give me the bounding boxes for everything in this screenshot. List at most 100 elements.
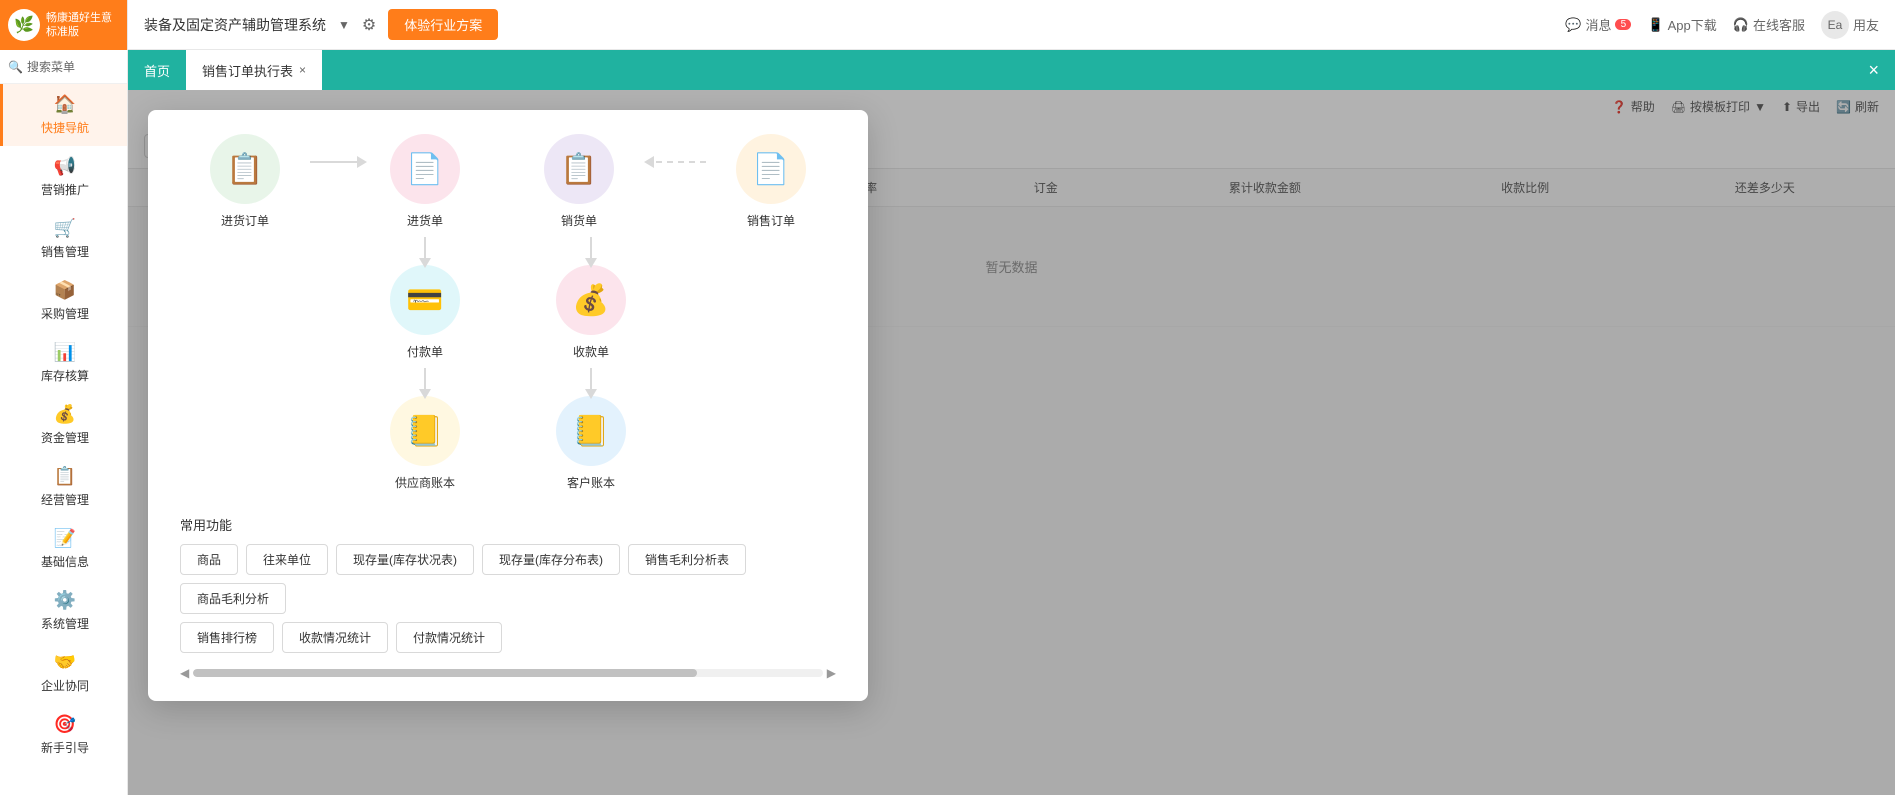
flow-modal: 📋 进货订单 [148, 110, 868, 701]
settings-icon[interactable]: ⚙ [362, 15, 376, 35]
flow-node-payment[interactable]: 💳 付款单 [360, 265, 490, 360]
common-btn-payment-stats[interactable]: 付款情况统计 [396, 622, 502, 653]
enterprise-icon: 🤝 [54, 652, 76, 673]
flow-row-3: 📒 供应商账本 📒 客户账本 [180, 396, 836, 491]
receipt-icon: 💰 [556, 265, 626, 335]
flow-node-sales-order[interactable]: 📄 销售订单 [706, 134, 836, 229]
marketing-icon: 📢 [54, 156, 76, 177]
sales-order-icon: 📄 [736, 134, 806, 204]
system-icon: ⚙️ [54, 590, 76, 611]
message-badge: 5 [1615, 19, 1631, 30]
common-btn-product[interactable]: 商品 [180, 544, 238, 575]
arrow-purchase-order-to-bill [310, 161, 360, 203]
customer-ledger-label: 客户账本 [567, 474, 615, 491]
payment-icon: 💳 [390, 265, 460, 335]
common-btn-partners[interactable]: 往来单位 [246, 544, 328, 575]
sidebar-item-marketing[interactable]: 📢 营销推广 [0, 146, 127, 208]
modal-overlay: 📋 进货订单 [128, 90, 1895, 795]
purchase-bill-icon: 📄 [390, 134, 460, 204]
search-icon: 🔍 [8, 60, 23, 74]
service-icon: 🎧 [1733, 17, 1749, 33]
sidebar-search[interactable]: 🔍 搜索菜单 [0, 50, 127, 84]
sidebar: 🌿 畅康通好生意 标准版 🔍 搜索菜单 🏠 快捷导航 📢 营销推广 🛒 销售管理 [0, 0, 128, 795]
sidebar-item-operations[interactable]: 📋 经营管理 [0, 456, 127, 518]
common-btn-sales-ranking[interactable]: 销售排行榜 [180, 622, 274, 653]
scroll-left-btn[interactable]: ◀ [180, 666, 189, 680]
basic-info-icon: 📝 [54, 528, 76, 549]
common-buttons-row1: 商品 往来单位 现存量(库存状况表) 现存量(库存分布表) 销售毛利分析表 商品… [180, 544, 836, 614]
sidebar-logo: 🌿 畅康通好生意 标准版 [0, 0, 127, 50]
flow-diagram: 📋 进货订单 [180, 134, 836, 499]
sidebar-item-enterprise[interactable]: 🤝 企业协同 [0, 642, 127, 704]
flow-row-2: 💳 付款单 💰 收款单 [180, 265, 836, 360]
system-dropdown[interactable]: ▼ [338, 18, 350, 32]
inventory-icon: 📊 [54, 342, 76, 363]
topbar-right: 💬 消息 5 📱 App下载 🎧 在线客服 Ea 用友 [1565, 11, 1879, 39]
download-icon: 📱 [1647, 17, 1663, 33]
common-btn-receipt-stats[interactable]: 收款情况统计 [282, 622, 388, 653]
flow-arrows-row1-down [180, 237, 836, 261]
message-icon: 💬 [1565, 17, 1581, 33]
scroll-right-btn[interactable]: ▶ [827, 666, 836, 680]
receipt-label: 收款单 [573, 343, 609, 360]
flow-node-purchase-bill[interactable]: 📄 进货单 [360, 134, 490, 229]
sidebar-item-purchase[interactable]: 📦 采购管理 [0, 270, 127, 332]
purchase-bill-label: 进货单 [407, 212, 443, 229]
sidebar-item-quick-nav[interactable]: 🏠 快捷导航 [0, 84, 127, 146]
customer-ledger-icon: 📒 [556, 396, 626, 466]
arrow-sales-order-to-bill [644, 156, 706, 208]
tab-bar-close-btn[interactable]: × [1852, 60, 1895, 81]
common-buttons-row2: 销售排行榜 收款情况统计 付款情况统计 [180, 622, 836, 653]
payment-label: 付款单 [407, 343, 443, 360]
flow-node-receipt[interactable]: 💰 收款单 [526, 265, 656, 360]
purchase-icon: 📦 [54, 280, 76, 301]
flow-arrows-row2-down [180, 368, 836, 392]
sidebar-item-beginner[interactable]: 🎯 新手引导 [0, 704, 127, 766]
experience-btn[interactable]: 体验行业方案 [388, 9, 498, 40]
user-menu[interactable]: Ea 用友 [1821, 11, 1879, 39]
sidebar-item-basic-info[interactable]: 📝 基础信息 [0, 518, 127, 580]
scroll-thumb [193, 669, 697, 677]
sidebar-item-finance[interactable]: 💰 资金管理 [0, 394, 127, 456]
common-btn-stock-status[interactable]: 现存量(库存状况表) [336, 544, 474, 575]
flow-node-purchase-order[interactable]: 📋 进货订单 [180, 134, 310, 229]
purchase-order-label: 进货订单 [221, 212, 269, 229]
app-download-btn[interactable]: 📱 App下载 [1647, 15, 1716, 34]
flow-row-1: 📋 进货订单 [180, 134, 836, 229]
operations-icon: 📋 [54, 466, 76, 487]
flow-node-supplier-ledger[interactable]: 📒 供应商账本 [360, 396, 490, 491]
online-service-btn[interactable]: 🎧 在线客服 [1733, 15, 1805, 34]
tab-home[interactable]: 首页 [128, 50, 186, 90]
sidebar-nav: 🏠 快捷导航 📢 营销推广 🛒 销售管理 📦 采购管理 📊 库存核算 💰 [0, 84, 127, 795]
logo-icon: 🌿 [8, 9, 40, 41]
common-btn-stock-dist[interactable]: 现存量(库存分布表) [482, 544, 620, 575]
topbar: 装备及固定资产辅助管理系统 ▼ ⚙ 体验行业方案 💬 消息 5 📱 App下载 … [128, 0, 1895, 50]
sales-bill-icon: 📋 [544, 134, 614, 204]
message-btn[interactable]: 💬 消息 5 [1565, 15, 1631, 34]
flow-node-customer-ledger[interactable]: 📒 客户账本 [526, 396, 656, 491]
purchase-order-icon: 📋 [210, 134, 280, 204]
scroll-track [193, 669, 823, 677]
tab-close-icon[interactable]: × [299, 63, 306, 77]
logo-text: 畅康通好生意 标准版 [46, 11, 112, 40]
supplier-ledger-icon: 📒 [390, 396, 460, 466]
tab-bar: 首页 销售订单执行表 × × [128, 50, 1895, 90]
sidebar-item-inventory[interactable]: 📊 库存核算 [0, 332, 127, 394]
modal-scrollbar: ◀ ▶ [180, 665, 836, 681]
main-content: 装备及固定资产辅助管理系统 ▼ ⚙ 体验行业方案 💬 消息 5 📱 App下载 … [128, 0, 1895, 795]
sidebar-item-sales[interactable]: 🛒 销售管理 [0, 208, 127, 270]
common-functions-title: 常用功能 [180, 515, 836, 534]
sales-icon: 🛒 [54, 218, 76, 239]
sidebar-item-system[interactable]: ⚙️ 系统管理 [0, 580, 127, 642]
system-title: 装备及固定资产辅助管理系统 [144, 15, 326, 35]
beginner-icon: 🎯 [54, 714, 76, 735]
sales-order-label: 销售订单 [747, 212, 795, 229]
tab-sales-order[interactable]: 销售订单执行表 × [186, 50, 322, 90]
common-functions-section: 常用功能 商品 往来单位 现存量(库存状况表) 现存量(库存分布表) 销售毛利分… [180, 515, 836, 653]
avatar: Ea [1821, 11, 1849, 39]
common-btn-product-profit[interactable]: 商品毛利分析 [180, 583, 286, 614]
content-area: ❓ 帮助 🖨 按模板打印 ▼ ⬆ 导出 🔄 [128, 90, 1895, 795]
sales-bill-label: 销货单 [561, 212, 597, 229]
common-btn-sales-profit-analysis[interactable]: 销售毛利分析表 [628, 544, 746, 575]
flow-node-sales-bill[interactable]: 📋 销货单 [514, 134, 644, 229]
